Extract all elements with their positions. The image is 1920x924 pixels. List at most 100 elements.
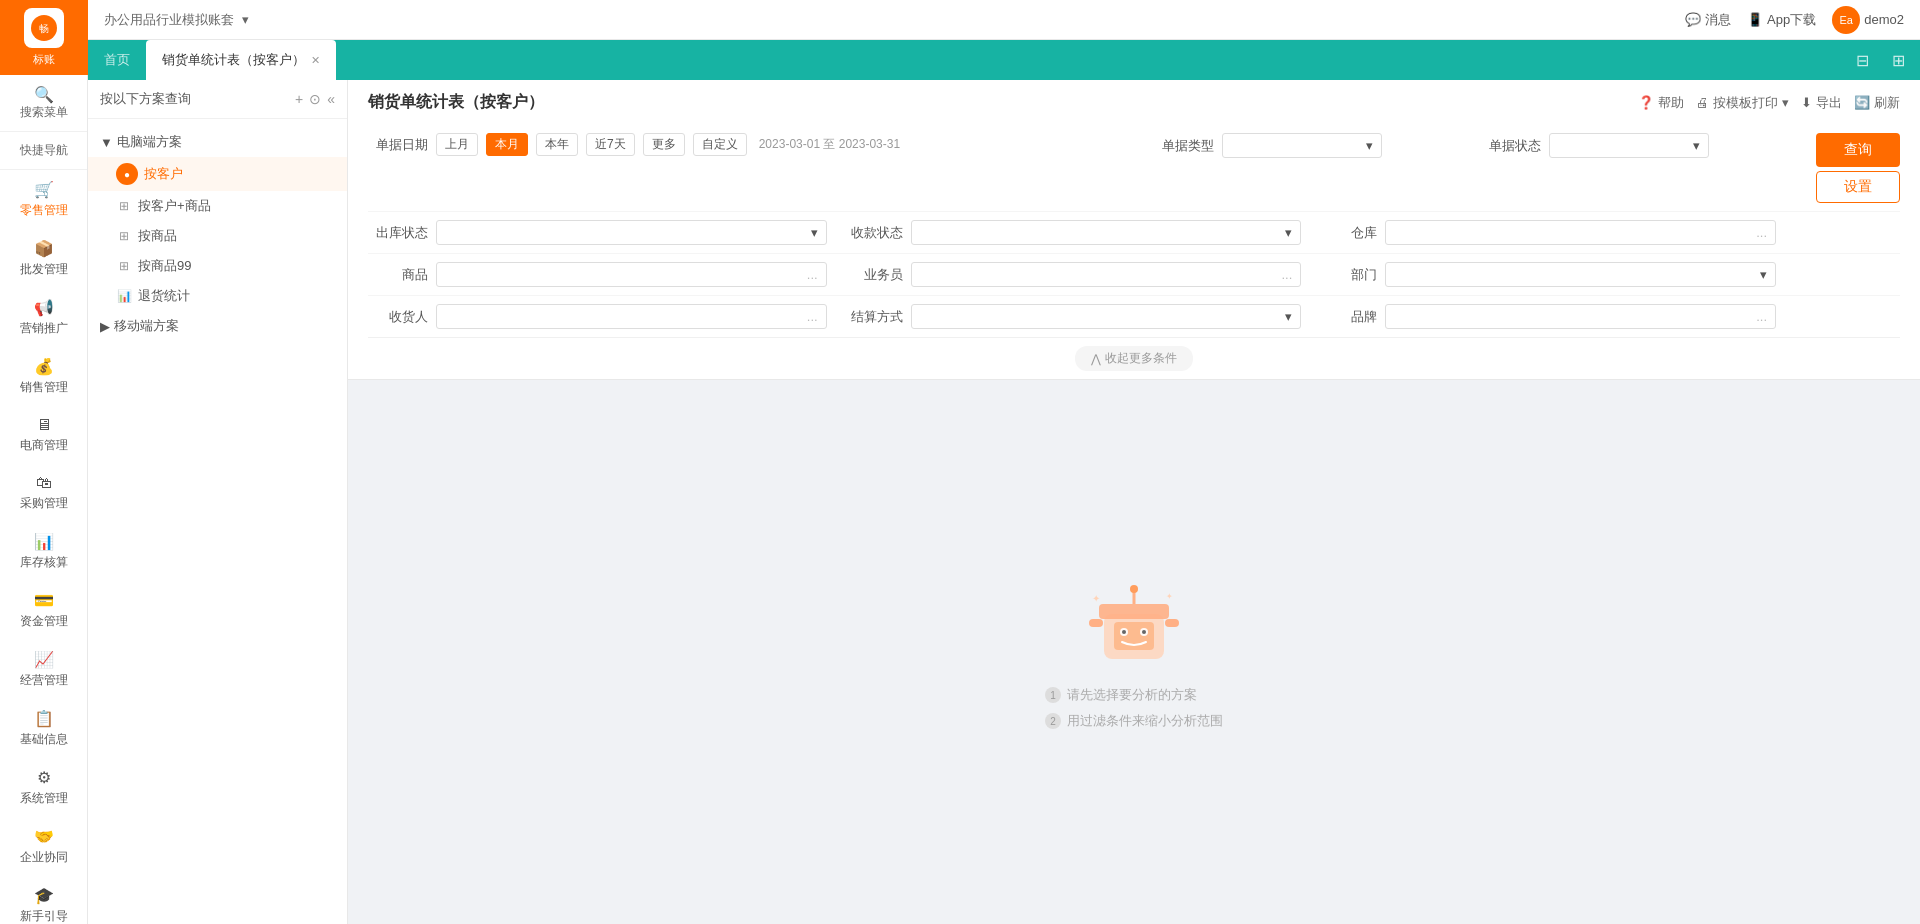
tab-minimize-btn[interactable]: ⊟ (1848, 46, 1876, 74)
dropdown-icon[interactable]: ▾ (242, 12, 249, 27)
refresh-icon: 🔄 (1854, 95, 1870, 110)
setting-button[interactable]: 设置 (1816, 171, 1900, 203)
query-button[interactable]: 查询 (1816, 133, 1900, 167)
scheme-tree: ▼ 电脑端方案 ● 按客户 ⊞ 按客户+商品 ⊞ 按商品 (88, 119, 347, 924)
tab-sales-stat[interactable]: 销货单统计表（按客户） ✕ (146, 40, 336, 80)
collapse-scheme-btn[interactable]: « (327, 91, 335, 107)
chart-icon: 📊 (116, 288, 132, 304)
logo-text: 标账 (33, 52, 55, 67)
tree-child-by-goods99[interactable]: ⊞ 按商品99 (88, 251, 347, 281)
avatar-text: Ea (1840, 14, 1853, 26)
tree-child-by-customer-goods[interactable]: ⊞ 按客户+商品 (88, 191, 347, 221)
collapse-up-icon: ⋀ (1091, 352, 1101, 366)
system-icon: ⚙ (37, 768, 51, 787)
shortcut-nav[interactable]: 快捷导航 (0, 132, 87, 170)
industry-label: 办公用品行业模拟账套 (104, 11, 234, 29)
header-right: 💬 消息 📱 App下载 Ea demo2 (1685, 6, 1904, 34)
query-btn-col: 查询 设置 (1800, 133, 1900, 203)
sidebar-label-base: 基础信息 (20, 731, 68, 748)
svg-rect-3 (1099, 604, 1169, 619)
tree-parent-mobile[interactable]: ▶ 移动端方案 (88, 311, 347, 341)
message-label: 消息 (1705, 11, 1731, 29)
sidebar-item-corp[interactable]: 🤝 企业协同 (0, 817, 87, 876)
brand-ellipsis: ... (1756, 309, 1767, 324)
sidebar-label-inventory: 库存核算 (20, 554, 68, 571)
tree-expand-icon: ▼ (100, 135, 113, 150)
template-print-btn[interactable]: 🖨 按模板打印 ▾ (1696, 94, 1789, 112)
help-btn[interactable]: ❓ 帮助 (1638, 94, 1684, 112)
sidebar-label-finance: 资金管理 (20, 613, 68, 630)
dept-select[interactable]: ▾ (1385, 262, 1776, 287)
tip-num-2: 2 (1045, 713, 1061, 729)
left-panel: 按以下方案查询 + ⊙ « ▼ 电脑端方案 ● 按客户 (88, 80, 348, 924)
avatar: Ea (1832, 6, 1860, 34)
tab-home[interactable]: 首页 (88, 40, 146, 80)
left-panel-header: 按以下方案查询 + ⊙ « (88, 80, 347, 119)
sidebar-item-system[interactable]: ⚙ 系统管理 (0, 758, 87, 817)
sidebar-label-ops: 经营管理 (20, 672, 68, 689)
warehouse-ellipsis: ... (1756, 225, 1767, 240)
active-dot: ● (116, 163, 138, 185)
svg-rect-9 (1089, 619, 1103, 627)
date-btn-7days[interactable]: 近7天 (586, 133, 635, 156)
right-content: 销货单统计表（按客户） ❓ 帮助 🖨 按模板打印 ▾ ⬇ (348, 80, 1920, 924)
app-download-btn[interactable]: 📱 App下载 (1747, 11, 1816, 29)
sidebar-item-ecom[interactable]: 🖥 电商管理 (0, 406, 87, 464)
doc-type-select[interactable]: ▾ (1222, 133, 1382, 158)
add-scheme-btn[interactable]: + (295, 91, 303, 107)
date-btn-last-month[interactable]: 上月 (436, 133, 478, 156)
sidebar-item-ops[interactable]: 📈 经营管理 (0, 640, 87, 699)
recipient-control[interactable]: ... (436, 304, 827, 329)
doc-status-select[interactable]: ▾ (1549, 133, 1709, 158)
page-container: 按以下方案查询 + ⊙ « ▼ 电脑端方案 ● 按客户 (88, 80, 1920, 924)
sidebar-item-newuser[interactable]: 🎓 新手引导 (0, 876, 87, 924)
doc-type-label: 单据类型 (1154, 137, 1214, 155)
shortcut-label: 快捷导航 (20, 143, 68, 157)
settlement-select[interactable]: ▾ (911, 304, 1302, 329)
sidebar-item-purchase[interactable]: 🛍 采购管理 (0, 464, 87, 522)
app-download-label: App下载 (1767, 11, 1816, 29)
refresh-btn[interactable]: 🔄 刷新 (1854, 94, 1900, 112)
date-btn-custom[interactable]: 自定义 (693, 133, 747, 156)
tab-maximize-btn[interactable]: ⊞ (1884, 46, 1912, 74)
sidebar-item-base[interactable]: 📋 基础信息 (0, 699, 87, 758)
help-label: 帮助 (1658, 94, 1684, 112)
empty-tips: 1 请先选择要分析的方案 2 用过滤条件来缩小分析范围 (1045, 686, 1223, 730)
goods-ellipsis: ... (807, 267, 818, 282)
sidebar-item-inventory[interactable]: 📊 库存核算 (0, 522, 87, 581)
export-icon: ⬇ (1801, 95, 1812, 110)
app-download-icon: 📱 (1747, 12, 1763, 27)
date-btn-more[interactable]: 更多 (643, 133, 685, 156)
out-status-select[interactable]: ▾ (436, 220, 827, 245)
tree-child-by-customer[interactable]: ● 按客户 (88, 157, 347, 191)
sidebar-item-retail[interactable]: 🛒 零售管理 (0, 170, 87, 229)
date-btn-this-year[interactable]: 本年 (536, 133, 578, 156)
export-btn[interactable]: ⬇ 导出 (1801, 94, 1842, 112)
goods-control[interactable]: ... (436, 262, 827, 287)
staff-control[interactable]: ... (911, 262, 1302, 287)
corp-icon: 🤝 (34, 827, 54, 846)
staff-ellipsis: ... (1282, 267, 1293, 282)
tree-child-by-goods[interactable]: ⊞ 按商品 (88, 221, 347, 251)
message-btn[interactable]: 💬 消息 (1685, 11, 1731, 29)
collapse-btn[interactable]: ⋀ 收起更多条件 (1075, 346, 1193, 371)
search-menu[interactable]: 🔍 搜索菜单 (0, 75, 87, 132)
tree-child-return-stat[interactable]: 📊 退货统计 (88, 281, 347, 311)
refresh-label: 刷新 (1874, 94, 1900, 112)
payment-status-select[interactable]: ▾ (911, 220, 1302, 245)
sidebar-item-marketing[interactable]: 📢 营销推广 (0, 288, 87, 347)
tip-item-1: 1 请先选择要分析的方案 (1045, 686, 1223, 704)
copy-scheme-btn[interactable]: ⊙ (309, 91, 321, 107)
warehouse-control[interactable]: ... (1385, 220, 1776, 245)
tab-close-icon[interactable]: ✕ (311, 54, 320, 67)
user-info[interactable]: Ea demo2 (1832, 6, 1904, 34)
sidebar-item-finance[interactable]: 💳 资金管理 (0, 581, 87, 640)
date-btn-this-month[interactable]: 本月 (486, 133, 528, 156)
sidebar-item-sales[interactable]: 💰 销售管理 (0, 347, 87, 406)
brand-control[interactable]: ... (1385, 304, 1776, 329)
message-icon: 💬 (1685, 12, 1701, 27)
sidebar-label-newuser: 新手引导 (20, 908, 68, 924)
sidebar-item-wholesale[interactable]: 📦 批发管理 (0, 229, 87, 288)
top-header: 办公用品行业模拟账套 ▾ 💬 消息 📱 App下载 Ea demo2 (88, 0, 1920, 40)
tree-parent-desktop[interactable]: ▼ 电脑端方案 (88, 127, 347, 157)
